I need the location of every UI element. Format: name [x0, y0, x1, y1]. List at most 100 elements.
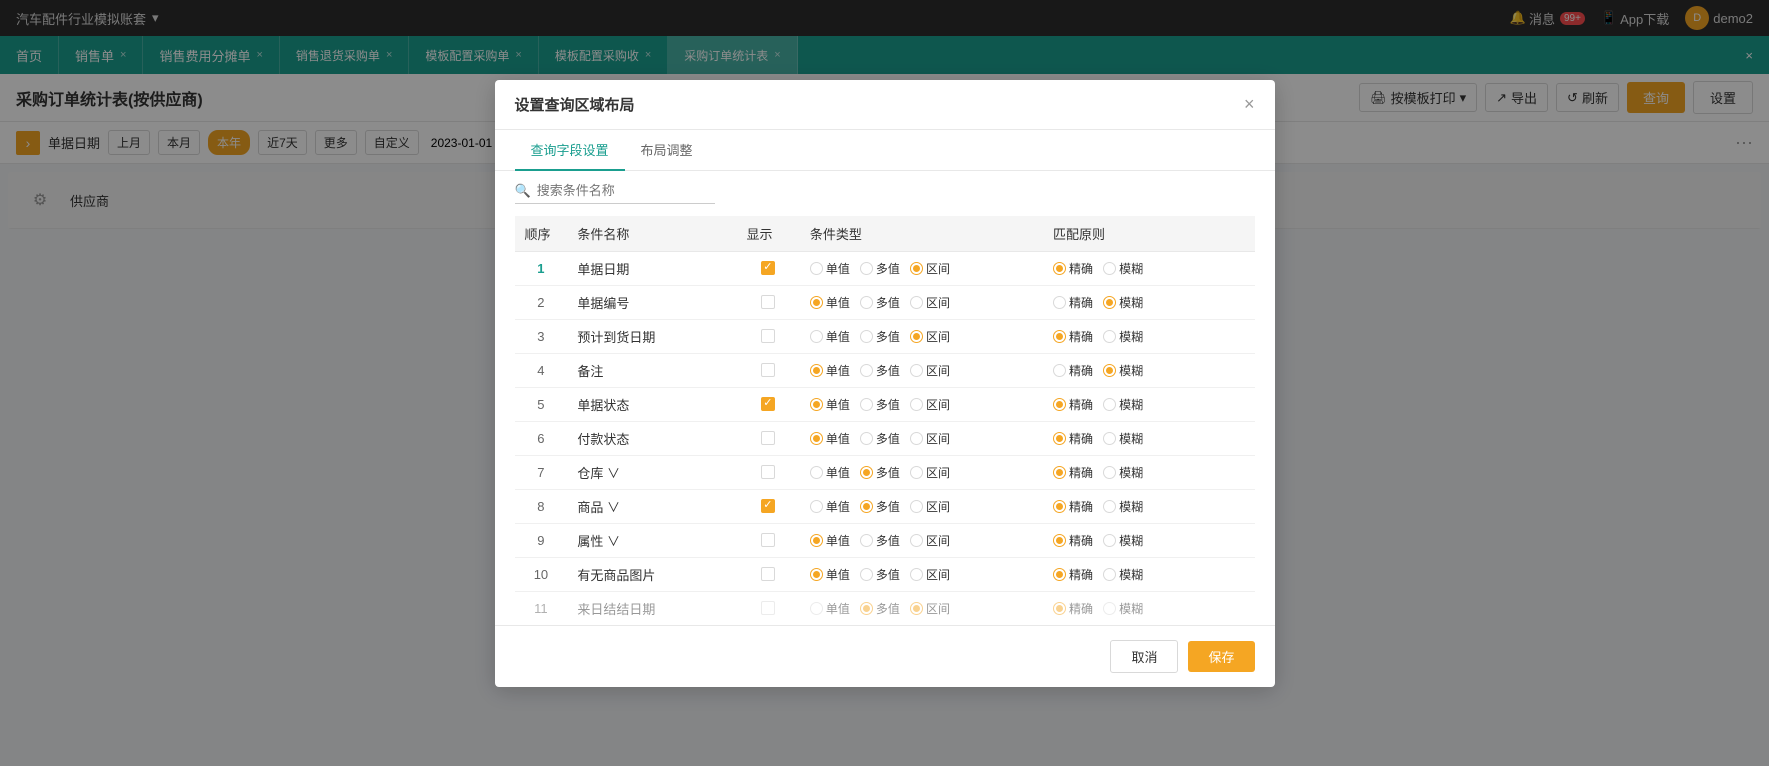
type-radio-multi[interactable]: 多值 — [860, 498, 900, 515]
type-radio-range[interactable]: 区间 — [910, 294, 950, 311]
type-radio-btn-single[interactable] — [810, 364, 823, 377]
match-radio-btn-exact[interactable] — [1053, 568, 1066, 581]
match-radio-btn-fuzzy[interactable] — [1103, 602, 1116, 615]
type-radio-btn-range[interactable] — [910, 330, 923, 343]
match-radio-btn-exact[interactable] — [1053, 398, 1066, 411]
type-radio-multi[interactable]: 多值 — [860, 464, 900, 481]
match-radio-fuzzy[interactable]: 模糊 — [1103, 294, 1143, 311]
match-radio-btn-exact[interactable] — [1053, 330, 1066, 343]
match-radio-btn-fuzzy[interactable] — [1103, 568, 1116, 581]
match-radio-btn-fuzzy[interactable] — [1103, 330, 1116, 343]
show-checkbox[interactable] — [761, 261, 775, 275]
type-radio-single[interactable]: 单值 — [810, 566, 850, 583]
type-radio-btn-multi[interactable] — [860, 534, 873, 547]
match-radio-fuzzy[interactable]: 模糊 — [1103, 430, 1143, 447]
show-checkbox[interactable] — [761, 499, 775, 513]
match-radio-exact[interactable]: 精确 — [1053, 294, 1093, 311]
type-radio-multi[interactable]: 多值 — [860, 362, 900, 379]
type-radio-range[interactable]: 区间 — [910, 260, 950, 277]
show-checkbox[interactable] — [761, 533, 775, 547]
match-radio-btn-fuzzy[interactable] — [1103, 296, 1116, 309]
match-radio-btn-fuzzy[interactable] — [1103, 466, 1116, 479]
match-radio-exact[interactable]: 精确 — [1053, 464, 1093, 481]
type-radio-multi[interactable]: 多值 — [860, 430, 900, 447]
type-radio-btn-multi[interactable] — [860, 568, 873, 581]
type-radio-btn-multi[interactable] — [860, 296, 873, 309]
type-radio-range[interactable]: 区间 — [910, 328, 950, 345]
type-radio-btn-range[interactable] — [910, 364, 923, 377]
type-radio-btn-range[interactable] — [910, 466, 923, 479]
match-radio-fuzzy[interactable]: 模糊 — [1103, 362, 1143, 379]
match-radio-exact[interactable]: 精确 — [1053, 498, 1093, 515]
modal-tab-layout[interactable]: 布局调整 — [625, 130, 709, 171]
type-radio-btn-single[interactable] — [810, 500, 823, 513]
match-radio-exact[interactable]: 精确 — [1053, 600, 1093, 617]
type-radio-btn-range[interactable] — [910, 602, 923, 615]
type-radio-btn-range[interactable] — [910, 432, 923, 445]
match-radio-btn-exact[interactable] — [1053, 432, 1066, 445]
match-radio-exact[interactable]: 精确 — [1053, 566, 1093, 583]
type-radio-multi[interactable]: 多值 — [860, 566, 900, 583]
type-radio-range[interactable]: 区间 — [910, 566, 950, 583]
type-radio-btn-single[interactable] — [810, 432, 823, 445]
show-checkbox[interactable] — [761, 465, 775, 479]
match-radio-btn-fuzzy[interactable] — [1103, 364, 1116, 377]
match-radio-btn-exact[interactable] — [1053, 534, 1066, 547]
show-checkbox[interactable] — [761, 431, 775, 445]
type-radio-btn-multi[interactable] — [860, 398, 873, 411]
type-radio-btn-single[interactable] — [810, 296, 823, 309]
match-radio-fuzzy[interactable]: 模糊 — [1103, 532, 1143, 549]
match-radio-fuzzy[interactable]: 模糊 — [1103, 328, 1143, 345]
match-radio-fuzzy[interactable]: 模糊 — [1103, 498, 1143, 515]
show-checkbox[interactable] — [761, 601, 775, 615]
modal-close-button[interactable]: × — [1244, 95, 1255, 113]
type-radio-btn-single[interactable] — [810, 568, 823, 581]
type-radio-btn-multi[interactable] — [860, 330, 873, 343]
match-radio-exact[interactable]: 精确 — [1053, 430, 1093, 447]
match-radio-btn-exact[interactable] — [1053, 602, 1066, 615]
type-radio-btn-multi[interactable] — [860, 364, 873, 377]
type-radio-single[interactable]: 单值 — [810, 362, 850, 379]
match-radio-btn-fuzzy[interactable] — [1103, 262, 1116, 275]
type-radio-multi[interactable]: 多值 — [860, 328, 900, 345]
type-radio-single[interactable]: 单值 — [810, 294, 850, 311]
match-radio-exact[interactable]: 精确 — [1053, 532, 1093, 549]
match-radio-btn-fuzzy[interactable] — [1103, 398, 1116, 411]
match-radio-btn-fuzzy[interactable] — [1103, 432, 1116, 445]
type-radio-range[interactable]: 区间 — [910, 498, 950, 515]
match-radio-exact[interactable]: 精确 — [1053, 396, 1093, 413]
type-radio-btn-single[interactable] — [810, 602, 823, 615]
type-radio-btn-single[interactable] — [810, 398, 823, 411]
type-radio-range[interactable]: 区间 — [910, 600, 950, 617]
match-radio-exact[interactable]: 精确 — [1053, 260, 1093, 277]
modal-overlay[interactable]: 设置查询区域布局 × 查询字段设置 布局调整 🔍 顺序 条件名称 显示 — [0, 0, 1769, 766]
type-radio-btn-multi[interactable] — [860, 466, 873, 479]
match-radio-btn-fuzzy[interactable] — [1103, 500, 1116, 513]
type-radio-btn-single[interactable] — [810, 534, 823, 547]
type-radio-range[interactable]: 区间 — [910, 532, 950, 549]
cancel-button[interactable]: 取消 — [1110, 640, 1178, 673]
type-radio-range[interactable]: 区间 — [910, 396, 950, 413]
show-checkbox[interactable] — [761, 295, 775, 309]
match-radio-btn-exact[interactable] — [1053, 262, 1066, 275]
type-radio-multi[interactable]: 多值 — [860, 396, 900, 413]
match-radio-btn-exact[interactable] — [1053, 466, 1066, 479]
match-radio-fuzzy[interactable]: 模糊 — [1103, 600, 1143, 617]
type-radio-range[interactable]: 区间 — [910, 464, 950, 481]
type-radio-multi[interactable]: 多值 — [860, 532, 900, 549]
match-radio-exact[interactable]: 精确 — [1053, 362, 1093, 379]
type-radio-multi[interactable]: 多值 — [860, 260, 900, 277]
type-radio-range[interactable]: 区间 — [910, 430, 950, 447]
search-input[interactable] — [537, 183, 697, 198]
type-radio-btn-range[interactable] — [910, 296, 923, 309]
type-radio-btn-single[interactable] — [810, 262, 823, 275]
match-radio-exact[interactable]: 精确 — [1053, 328, 1093, 345]
type-radio-multi[interactable]: 多值 — [860, 600, 900, 617]
type-radio-btn-range[interactable] — [910, 534, 923, 547]
match-radio-btn-fuzzy[interactable] — [1103, 534, 1116, 547]
match-radio-fuzzy[interactable]: 模糊 — [1103, 396, 1143, 413]
type-radio-single[interactable]: 单值 — [810, 328, 850, 345]
type-radio-single[interactable]: 单值 — [810, 260, 850, 277]
match-radio-btn-exact[interactable] — [1053, 296, 1066, 309]
type-radio-btn-range[interactable] — [910, 568, 923, 581]
